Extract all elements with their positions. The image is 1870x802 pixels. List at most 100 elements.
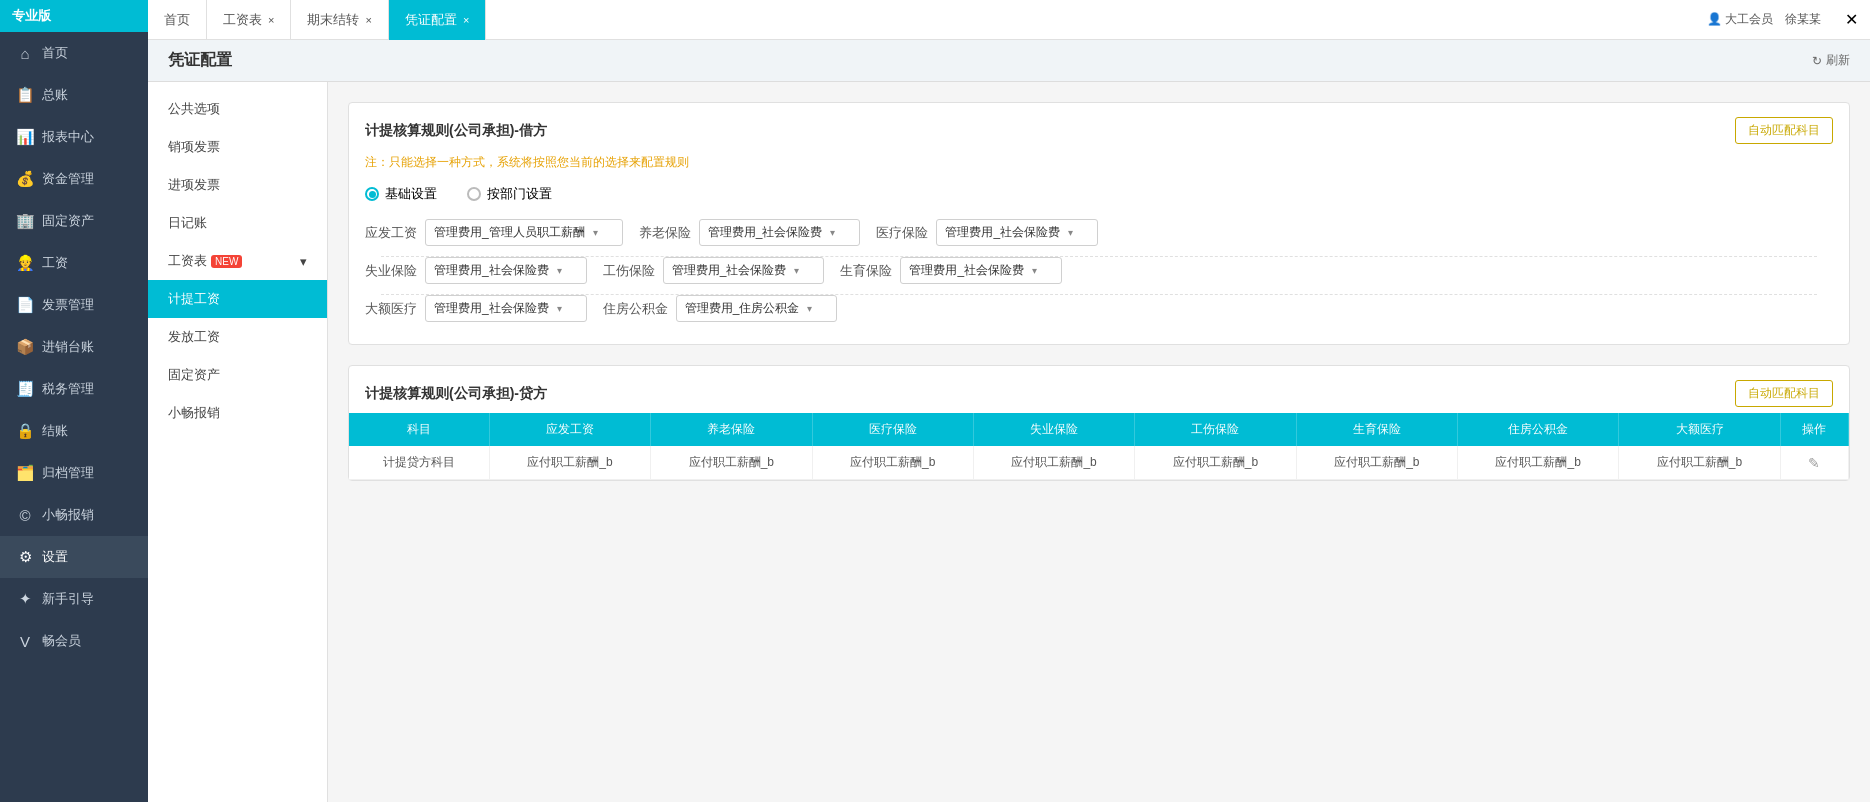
sidebar-item-salary[interactable]: 👷工资 <box>0 242 148 284</box>
tab-close-salary-table[interactable]: × <box>268 14 274 26</box>
close-icon: 🔒 <box>16 422 34 440</box>
debit-auto-match-button[interactable]: 自动匹配科目 <box>1735 117 1833 144</box>
sidebar-item-assets[interactable]: 🏢固定资产 <box>0 200 148 242</box>
credit-action-0[interactable]: ✎ <box>1780 446 1848 480</box>
debit-field-2-1: 住房公积金 管理费用_住房公积金 ▾ <box>603 295 838 322</box>
debit-field-label-2-1: 住房公积金 <box>603 300 668 318</box>
credit-section-title: 计提核算规则(公司承担)-贷方 <box>365 385 547 403</box>
credit-cell-0-0: 应付职工薪酬_b <box>489 446 650 480</box>
sidebar-item-home[interactable]: ⌂首页 <box>0 32 148 74</box>
tab-salary-table[interactable]: 工资表× <box>207 0 291 40</box>
debit-field-label-1-0: 失业保险 <box>365 262 417 280</box>
credit-col-5: 工伤保险 <box>1135 413 1296 446</box>
debit-field-select-1-1[interactable]: 管理费用_社会保险费 ▾ <box>663 257 825 284</box>
credit-section: 计提核算规则(公司承担)-贷方 自动匹配科目 科目应发工资养老保险医疗保险失业保… <box>348 365 1850 481</box>
assets-icon: 🏢 <box>16 212 34 230</box>
sidebar-item-close[interactable]: 🔒 结账 <box>0 410 148 452</box>
credit-row-0: 计提贷方科目应付职工薪酬_b应付职工薪酬_b应付职工薪酬_b应付职工薪酬_b应付… <box>349 446 1849 480</box>
debit-field-select-1-2[interactable]: 管理费用_社会保险费 ▾ <box>900 257 1062 284</box>
topbar: 首页工资表×期末结转×凭证配置× 👤 大工会员 徐某某 ✕ <box>148 0 1870 40</box>
debit-field-select-2-0[interactable]: 管理费用_社会保险费 ▾ <box>425 295 587 322</box>
debit-field-select-0-0[interactable]: 管理费用_管理人员职工薪酬 ▾ <box>425 219 623 246</box>
tab-home[interactable]: 首页 <box>148 0 207 40</box>
app-logo: 专业版 <box>0 0 148 32</box>
sidebar-item-guide[interactable]: ✦ 新手引导 <box>0 578 148 620</box>
tab-close-voucher-config[interactable]: × <box>463 14 469 26</box>
debit-field-value-2-1: 管理费用_住房公积金 <box>685 300 800 317</box>
edit-icon[interactable]: ✎ <box>1808 455 1820 471</box>
credit-col-7: 住房公积金 <box>1457 413 1618 446</box>
debit-field-select-0-1[interactable]: 管理费用_社会保险费 ▾ <box>699 219 861 246</box>
debit-form-row-2: 大额医疗 管理费用_社会保险费 ▾ 住房公积金 管理费用_住房公积金 ▾ <box>365 295 1833 322</box>
radio-dept-setting[interactable]: 按部门设置 <box>467 185 552 203</box>
debit-field-label-0-0: 应发工资 <box>365 224 417 242</box>
left-nav-item-xiaochang-expense[interactable]: 小畅报销 <box>148 394 327 432</box>
debit-field-1-1: 工伤保险 管理费用_社会保险费 ▾ <box>603 257 825 284</box>
chevron-down-icon: ▾ <box>1068 227 1073 238</box>
left-nav-item-journal[interactable]: 日记账 <box>148 204 327 242</box>
sidebar-label-close: 结账 <box>42 422 68 440</box>
sidebar-item-invoice[interactable]: 📄发票管理 <box>0 284 148 326</box>
sidebar-item-xiaochang[interactable]: ©小畅报销 <box>0 494 148 536</box>
tab-voucher-config[interactable]: 凭证配置× <box>389 0 486 40</box>
credit-table: 科目应发工资养老保险医疗保险失业保险工伤保险生育保险住房公积金大额医疗操作 计提… <box>349 413 1849 480</box>
refresh-button[interactable]: ↻ 刷新 <box>1812 52 1850 69</box>
settings-icon: ⚙ <box>16 548 34 566</box>
left-nav-label-xiaochang-expense: 小畅报销 <box>168 404 220 422</box>
debit-field-value-1-0: 管理费用_社会保险费 <box>434 262 549 279</box>
left-nav-label-sales-invoice: 销项发票 <box>168 138 220 156</box>
sidebar-label-member: 畅会员 <box>42 632 81 650</box>
sidebar-item-report[interactable]: 📊报表中心 <box>0 116 148 158</box>
debit-field-value-0-2: 管理费用_社会保险费 <box>945 224 1060 241</box>
credit-cell-0-2: 应付职工薪酬_b <box>812 446 973 480</box>
left-nav-label-salary-table: 工资表 <box>168 252 207 270</box>
sidebar-label-settings: 设置 <box>42 548 68 566</box>
debit-field-select-0-2[interactable]: 管理费用_社会保险费 ▾ <box>936 219 1098 246</box>
left-nav-item-public[interactable]: 公共选项 <box>148 90 327 128</box>
credit-col-8: 大额医疗 <box>1619 413 1780 446</box>
sidebar-label-guide: 新手引导 <box>42 590 94 608</box>
chevron-down-icon: ▾ <box>557 303 562 314</box>
main-content: 计提核算规则(公司承担)-借方 自动匹配科目 注：只能选择一种方式，系统将按照您… <box>328 82 1870 802</box>
left-nav-item-purchase-invoice[interactable]: 进项发票 <box>148 166 327 204</box>
credit-col-3: 医疗保险 <box>812 413 973 446</box>
debit-field-1-2: 生育保险 管理费用_社会保险费 ▾ <box>840 257 1062 284</box>
debit-field-0-0: 应发工资 管理费用_管理人员职工薪酬 ▾ <box>365 219 623 246</box>
sidebar-item-settings[interactable]: ⚙ 设置 <box>0 536 148 578</box>
sidebar-item-member[interactable]: V畅会员 <box>0 620 148 662</box>
tab-period-close[interactable]: 期末结转× <box>291 0 388 40</box>
credit-col-0: 科目 <box>349 413 489 446</box>
left-nav-item-calc-salary[interactable]: 计提工资 <box>148 280 327 318</box>
left-nav-item-pay-salary[interactable]: 发放工资 <box>148 318 327 356</box>
sidebar-label-home: 首页 <box>42 44 68 62</box>
tab-close-period-close[interactable]: × <box>365 14 371 26</box>
credit-auto-match-button[interactable]: 自动匹配科目 <box>1735 380 1833 407</box>
sidebar: 专业版 ⌂首页📋总账📊报表中心💰资金管理🏢固定资产👷工资📄发票管理📦进销台账🧾税… <box>0 0 148 802</box>
tab-label-home: 首页 <box>164 11 190 29</box>
debit-field-select-2-1[interactable]: 管理费用_住房公积金 ▾ <box>676 295 838 322</box>
left-nav-item-sales-invoice[interactable]: 销项发票 <box>148 128 327 166</box>
left-nav-item-salary-table[interactable]: 工资表NEW▾ <box>148 242 327 280</box>
credit-col-6: 生育保险 <box>1296 413 1457 446</box>
left-nav-label-pay-salary: 发放工资 <box>168 328 220 346</box>
credit-cell-0-4: 应付职工薪酬_b <box>1135 446 1296 480</box>
left-nav-item-fixed-assets[interactable]: 固定资产 <box>148 356 327 394</box>
sidebar-item-archive[interactable]: 🗂️归档管理 <box>0 452 148 494</box>
debit-field-label-0-1: 养老保险 <box>639 224 691 242</box>
main-area: 首页工资表×期末结转×凭证配置× 👤 大工会员 徐某某 ✕ 凭证配置 ↻ 刷新 … <box>148 0 1870 802</box>
radio-basic-setting[interactable]: 基础设置 <box>365 185 437 203</box>
debit-field-0-2: 医疗保险 管理费用_社会保险费 ▾ <box>876 219 1098 246</box>
sidebar-item-ledger[interactable]: 📋总账 <box>0 74 148 116</box>
left-nav-label-calc-salary: 计提工资 <box>168 290 220 308</box>
sidebar-label-report: 报表中心 <box>42 128 94 146</box>
sidebar-item-capital[interactable]: 💰资金管理 <box>0 158 148 200</box>
sidebar-item-tax[interactable]: 🧾税务管理 <box>0 368 148 410</box>
guide-icon: ✦ <box>16 590 34 608</box>
purchase-icon: 📦 <box>16 338 34 356</box>
debit-field-select-1-0[interactable]: 管理费用_社会保险费 ▾ <box>425 257 587 284</box>
salary-icon: 👷 <box>16 254 34 272</box>
debit-form-row-0: 应发工资 管理费用_管理人员职工薪酬 ▾ 养老保险 管理费用_社会保险费 ▾ 医… <box>365 219 1833 246</box>
close-window-icon[interactable]: ✕ <box>1833 10 1870 29</box>
page-title: 凭证配置 <box>168 50 232 71</box>
sidebar-item-purchase[interactable]: 📦进销台账 <box>0 326 148 368</box>
